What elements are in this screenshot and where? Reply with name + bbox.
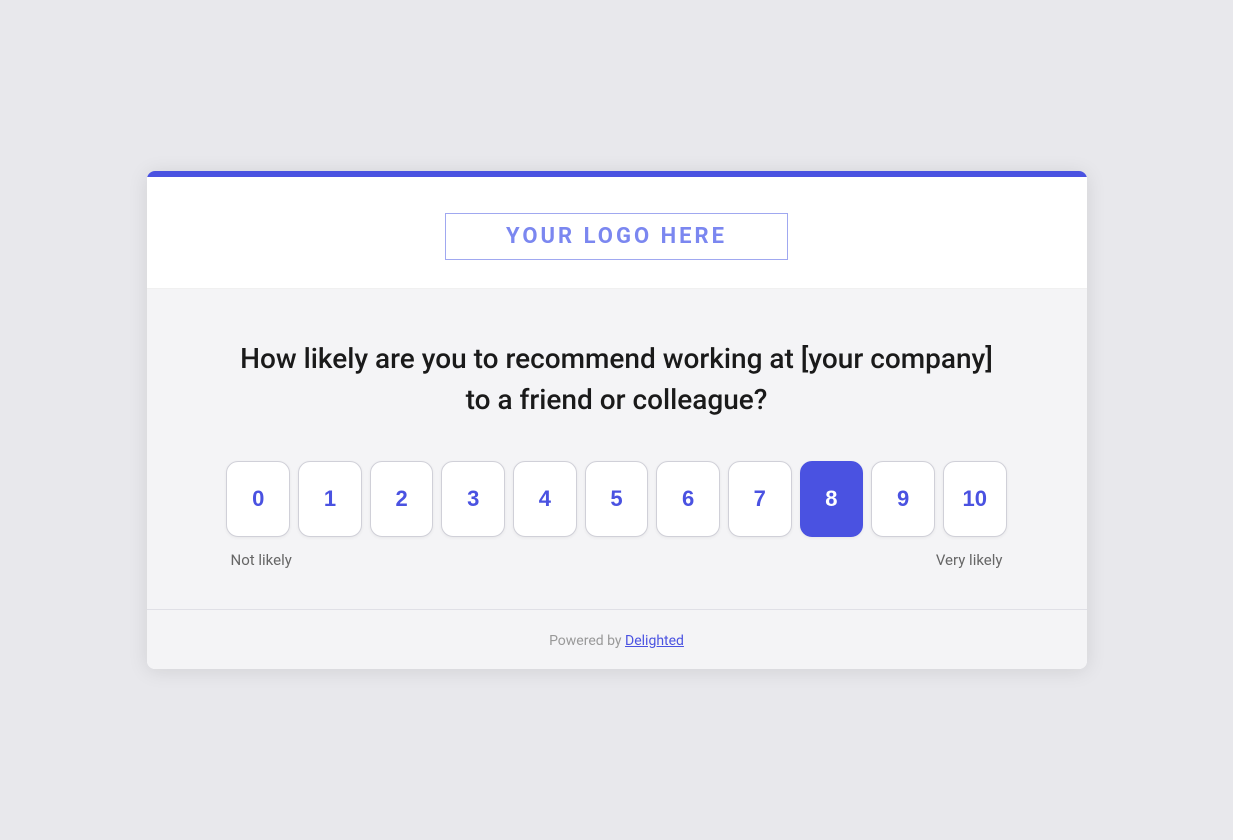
rating-button-6[interactable]: 6: [656, 461, 720, 537]
rating-button-5[interactable]: 5: [585, 461, 649, 537]
rating-button-3[interactable]: 3: [441, 461, 505, 537]
rating-row: 012345678910: [227, 461, 1007, 537]
rating-button-1[interactable]: 1: [298, 461, 362, 537]
logo-section: YOUR LOGO HERE: [147, 177, 1087, 289]
label-very-likely: Very likely: [936, 551, 1003, 569]
logo-placeholder: YOUR LOGO HERE: [445, 213, 788, 260]
rating-button-2[interactable]: 2: [370, 461, 434, 537]
footer-section: Powered by Delighted: [147, 609, 1087, 669]
rating-button-7[interactable]: 7: [728, 461, 792, 537]
powered-by-text: Powered by Delighted: [549, 633, 684, 649]
rating-button-9[interactable]: 9: [871, 461, 935, 537]
rating-button-10[interactable]: 10: [943, 461, 1007, 537]
rating-button-4[interactable]: 4: [513, 461, 577, 537]
question-section: How likely are you to recommend working …: [147, 289, 1087, 608]
labels-row: Not likely Very likely: [227, 551, 1007, 569]
label-not-likely: Not likely: [231, 551, 292, 569]
delighted-link[interactable]: Delighted: [625, 633, 684, 649]
rating-button-0[interactable]: 0: [226, 461, 290, 537]
question-text: How likely are you to recommend working …: [227, 339, 1007, 420]
rating-button-8[interactable]: 8: [800, 461, 864, 537]
survey-card: YOUR LOGO HERE How likely are you to rec…: [147, 171, 1087, 668]
